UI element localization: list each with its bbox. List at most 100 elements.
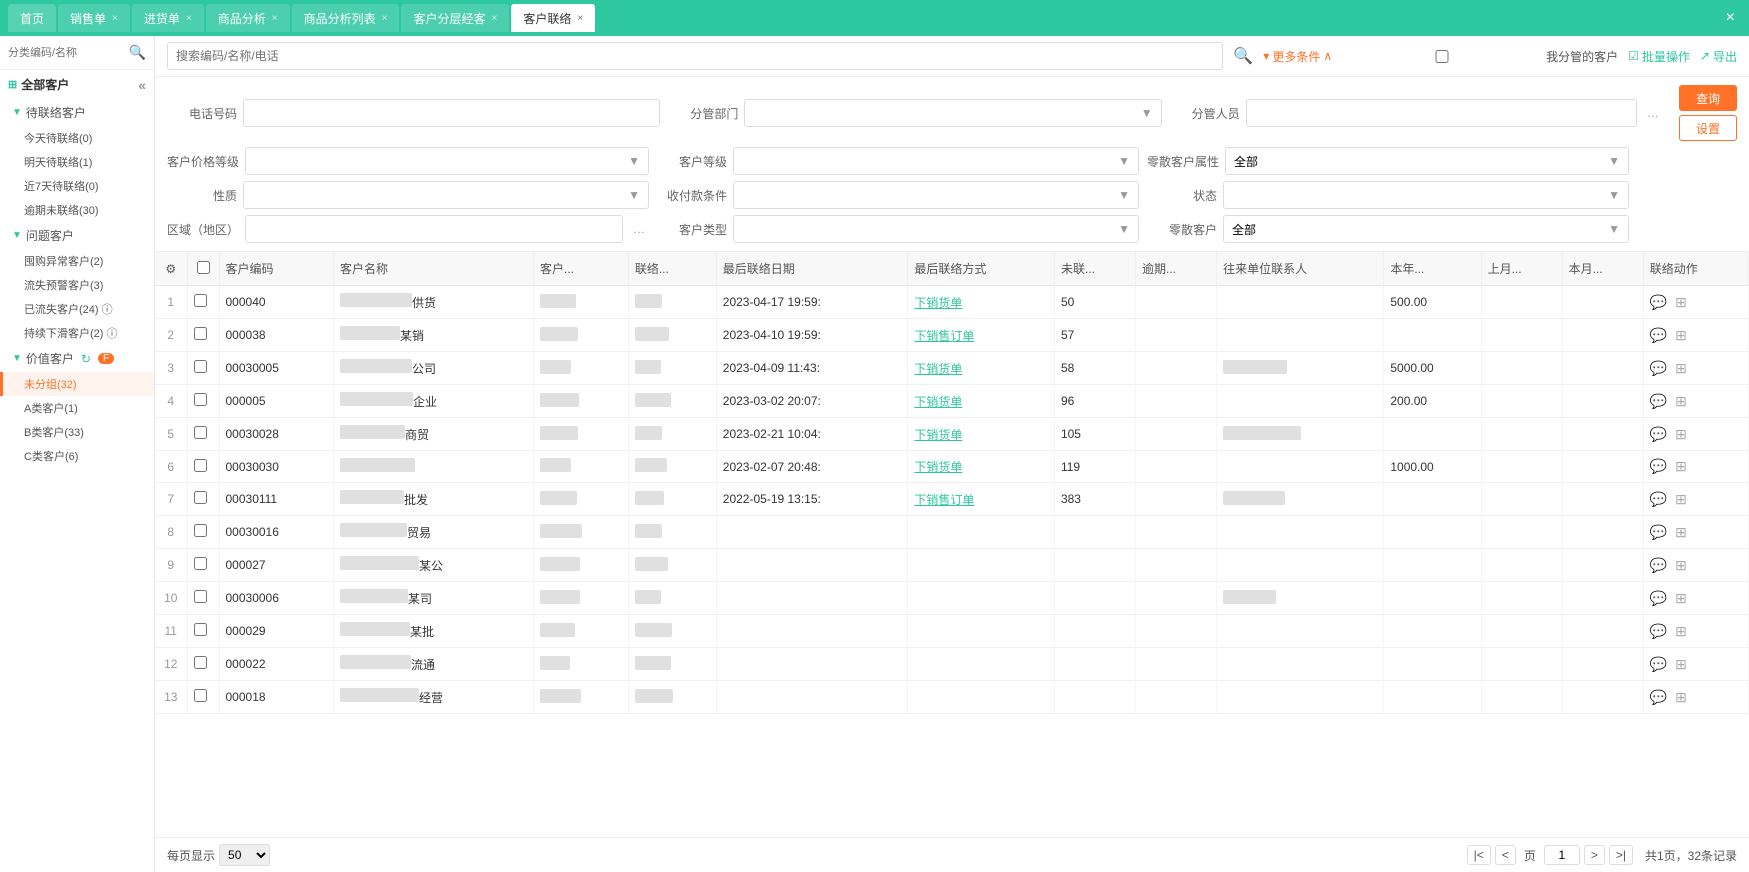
settings-icon[interactable]: ⚙ bbox=[161, 262, 181, 276]
row-checkbox[interactable] bbox=[194, 459, 207, 472]
search-input[interactable] bbox=[167, 42, 1223, 70]
tab-sales-order[interactable]: 销售单 × bbox=[58, 4, 130, 32]
sidebar-group-value[interactable]: ▼ 价值客户 ↻ F bbox=[0, 345, 154, 372]
reset-button[interactable]: 设置 bbox=[1679, 115, 1737, 141]
sidebar-item-class-b[interactable]: B类客户(33) bbox=[0, 420, 154, 444]
prev-page-btn[interactable]: < bbox=[1495, 845, 1516, 865]
payment-select[interactable]: ▼ bbox=[733, 181, 1139, 209]
filter-search-icon[interactable]: 🔍 bbox=[1233, 46, 1253, 66]
contact-method-link[interactable]: 下销货单 bbox=[914, 395, 962, 409]
person-more-btn[interactable]: … bbox=[1643, 106, 1663, 120]
retail-customer-select[interactable]: 全部 ▼ bbox=[1223, 215, 1629, 243]
chat-icon[interactable]: 💬 bbox=[1650, 327, 1667, 344]
chat-icon[interactable]: 💬 bbox=[1650, 458, 1667, 475]
retail-attr-select[interactable]: 全部 ▼ bbox=[1225, 147, 1629, 175]
customer-level-select[interactable]: ▼ bbox=[733, 147, 1139, 175]
grid-action-icon[interactable]: ⊞ bbox=[1675, 524, 1687, 541]
contact-method-link[interactable]: 下销货单 bbox=[914, 460, 962, 474]
tab-product-analysis-close[interactable]: × bbox=[272, 13, 278, 24]
row-checkbox[interactable] bbox=[194, 360, 207, 373]
grid-action-icon[interactable]: ⊞ bbox=[1675, 689, 1687, 706]
export-btn[interactable]: ↗ 导出 bbox=[1700, 48, 1737, 65]
tab-purchase-order[interactable]: 进货单 × bbox=[132, 4, 204, 32]
chat-icon[interactable]: 💬 bbox=[1650, 426, 1667, 443]
chat-icon[interactable]: 💬 bbox=[1650, 590, 1667, 607]
tab-home[interactable]: 首页 bbox=[8, 4, 56, 32]
contact-method-link[interactable]: 下销售订单 bbox=[914, 493, 974, 507]
grid-action-icon[interactable]: ⊞ bbox=[1675, 491, 1687, 508]
chat-icon[interactable]: 💬 bbox=[1650, 557, 1667, 574]
contact-method-link[interactable]: 下销货单 bbox=[914, 428, 962, 442]
row-checkbox[interactable] bbox=[194, 656, 207, 669]
chat-icon[interactable]: 💬 bbox=[1650, 393, 1667, 410]
last-page-btn[interactable]: >| bbox=[1609, 845, 1633, 865]
batch-op-btn[interactable]: ☑ 批量操作 bbox=[1628, 48, 1690, 65]
sidebar-item-overdue-contact[interactable]: 逾期未联络(30) bbox=[0, 198, 154, 222]
row-checkbox[interactable] bbox=[194, 623, 207, 636]
sidebar-item-churned[interactable]: 已流失客户(24) ⓘ bbox=[0, 297, 154, 321]
phone-input[interactable] bbox=[243, 99, 660, 127]
sidebar-item-declining[interactable]: 持续下滑客户(2) ⓘ bbox=[0, 321, 154, 345]
grid-action-icon[interactable]: ⊞ bbox=[1675, 623, 1687, 640]
contact-method-link[interactable]: 下销售订单 bbox=[914, 329, 974, 343]
row-checkbox[interactable] bbox=[194, 689, 207, 702]
per-page-select[interactable]: 50 100 200 bbox=[219, 844, 270, 866]
chat-icon[interactable]: 💬 bbox=[1650, 689, 1667, 706]
chat-icon[interactable]: 💬 bbox=[1650, 294, 1667, 311]
my-customers-checkbox[interactable] bbox=[1342, 50, 1542, 63]
grid-action-icon[interactable]: ⊞ bbox=[1675, 458, 1687, 475]
sidebar-item-class-a[interactable]: A类客户(1) bbox=[0, 396, 154, 420]
tab-purchase-order-close[interactable]: × bbox=[186, 13, 192, 24]
sidebar-item-7days-waiting[interactable]: 近7天待联络(0) bbox=[0, 174, 154, 198]
grid-action-icon[interactable]: ⊞ bbox=[1675, 656, 1687, 673]
sidebar-item-churn-warning[interactable]: 流失预警客户(3) bbox=[0, 273, 154, 297]
region-more-btn[interactable]: … bbox=[629, 222, 649, 236]
sidebar-collapse-btn[interactable]: « bbox=[138, 77, 146, 93]
next-page-btn[interactable]: > bbox=[1584, 845, 1605, 865]
contact-method-link[interactable]: 下销货单 bbox=[914, 296, 962, 310]
grid-action-icon[interactable]: ⊞ bbox=[1675, 557, 1687, 574]
tab-product-analysis[interactable]: 商品分析 × bbox=[206, 4, 290, 32]
customer-type-select[interactable]: ▼ bbox=[733, 215, 1139, 243]
row-checkbox[interactable] bbox=[194, 524, 207, 537]
tab-customer-segment-close[interactable]: × bbox=[491, 13, 497, 24]
tab-product-analysis-list[interactable]: 商品分析列表 × bbox=[292, 4, 400, 32]
sidebar-item-unclassified[interactable]: 未分组(32) bbox=[0, 372, 154, 396]
tab-sales-order-close[interactable]: × bbox=[112, 13, 118, 24]
sidebar-item-tomorrow-waiting[interactable]: 明天待联络(1) bbox=[0, 150, 154, 174]
sidebar-item-hoarding-abnormal[interactable]: 囤购异常客户(2) bbox=[0, 249, 154, 273]
page-number-input[interactable] bbox=[1544, 845, 1580, 865]
tab-customer-segment[interactable]: 客户分层经客 × bbox=[401, 4, 509, 32]
grid-action-icon[interactable]: ⊞ bbox=[1675, 294, 1687, 311]
sidebar-group-problem[interactable]: ▼ 问题客户 bbox=[0, 222, 154, 249]
row-checkbox[interactable] bbox=[194, 294, 207, 307]
row-checkbox[interactable] bbox=[194, 327, 207, 340]
price-level-select[interactable]: ▼ bbox=[245, 147, 649, 175]
sidebar-search-icon[interactable]: 🔍 bbox=[129, 44, 146, 61]
region-select[interactable] bbox=[245, 215, 623, 243]
person-select[interactable] bbox=[1246, 99, 1637, 127]
row-checkbox[interactable] bbox=[194, 426, 207, 439]
status-select[interactable]: ▼ bbox=[1223, 181, 1629, 209]
tab-customer-contact[interactable]: 客户联络 × bbox=[511, 4, 595, 32]
tab-customer-contact-close[interactable]: × bbox=[577, 13, 583, 24]
nature-select[interactable]: ▼ bbox=[243, 181, 649, 209]
chat-icon[interactable]: 💬 bbox=[1650, 491, 1667, 508]
grid-action-icon[interactable]: ⊞ bbox=[1675, 327, 1687, 344]
sidebar-all-customers[interactable]: ⊞ 全部客户 « bbox=[0, 70, 154, 99]
row-checkbox[interactable] bbox=[194, 557, 207, 570]
sidebar-item-class-c[interactable]: C类客户(6) bbox=[0, 444, 154, 468]
grid-action-icon[interactable]: ⊞ bbox=[1675, 590, 1687, 607]
dept-select[interactable]: ▼ bbox=[744, 99, 1161, 127]
chat-icon[interactable]: 💬 bbox=[1650, 656, 1667, 673]
sidebar-item-today-waiting[interactable]: 今天待联络(0) bbox=[0, 126, 154, 150]
query-button[interactable]: 查询 bbox=[1679, 85, 1737, 111]
row-checkbox[interactable] bbox=[194, 393, 207, 406]
contact-method-link[interactable]: 下销货单 bbox=[914, 362, 962, 376]
refresh-icon[interactable]: ↻ bbox=[81, 352, 91, 366]
row-checkbox[interactable] bbox=[194, 491, 207, 504]
chat-icon[interactable]: 💬 bbox=[1650, 524, 1667, 541]
chat-icon[interactable]: 💬 bbox=[1650, 360, 1667, 377]
close-all-tabs[interactable]: × bbox=[1720, 7, 1741, 29]
tab-product-analysis-list-close[interactable]: × bbox=[382, 13, 388, 24]
